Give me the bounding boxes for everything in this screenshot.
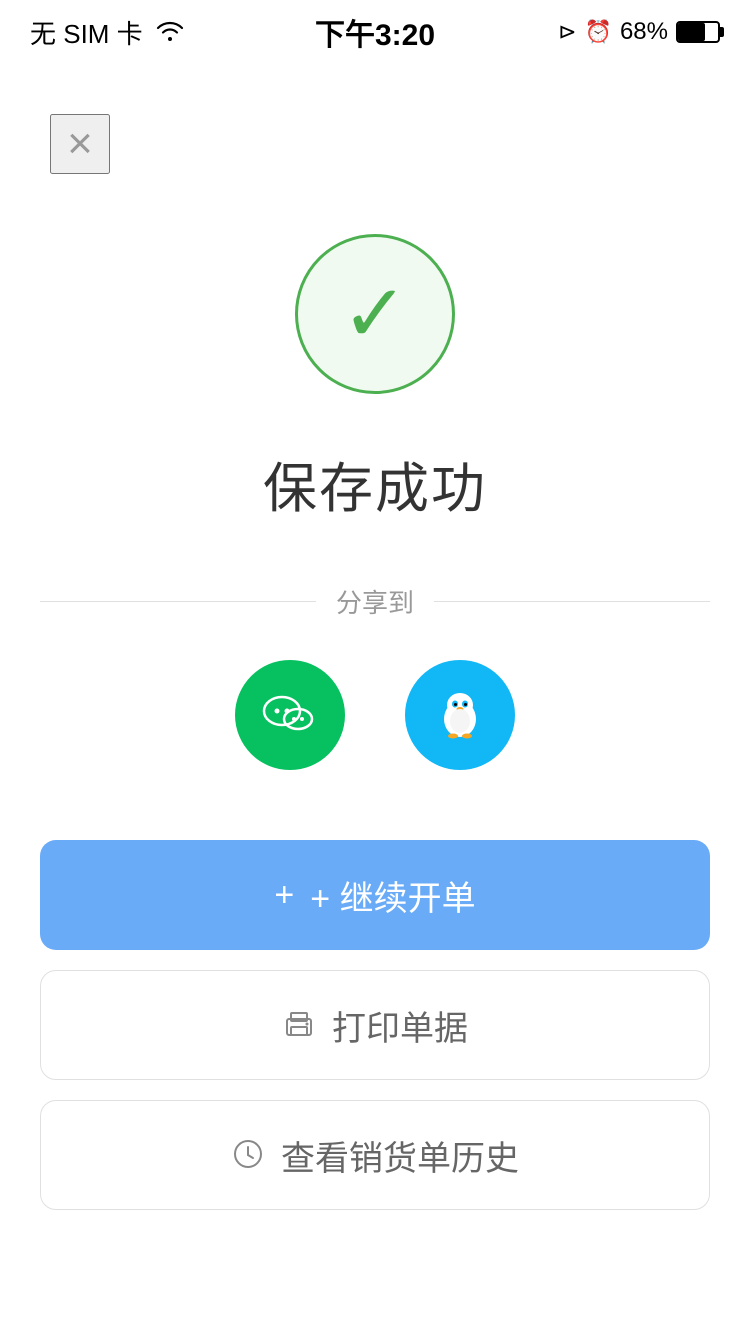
printer-icon <box>282 1007 316 1044</box>
action-buttons: + + 继续开单 打印单据 查看销货单历 <box>40 840 710 1210</box>
print-button-label: 打印单据 <box>332 1001 468 1050</box>
battery-icon <box>676 21 720 43</box>
close-button[interactable]: × <box>50 114 110 174</box>
location-icon: ⊳ <box>558 19 576 45</box>
share-wechat-button[interactable] <box>235 660 345 770</box>
share-icons-container <box>235 660 515 770</box>
share-qq-button[interactable] <box>405 660 515 770</box>
clock-icon <box>231 1137 265 1174</box>
status-time: 下午3:20 <box>315 10 435 54</box>
alarm-icon: ⏰ <box>585 19 612 45</box>
status-bar: 无 SIM 卡 下午3:20 ⊳ ⏰ 68% <box>0 0 750 64</box>
main-content: × ✓ 保存成功 分享到 <box>0 64 750 1334</box>
success-title: 保存成功 <box>263 444 487 523</box>
qq-icon <box>430 685 490 745</box>
battery-percent: 68% <box>620 18 668 46</box>
plus-icon: + <box>274 876 294 915</box>
close-icon: × <box>67 122 93 166</box>
divider-right <box>434 601 710 602</box>
wechat-icon <box>260 685 320 745</box>
success-circle: ✓ <box>295 234 455 394</box>
no-sim-label: 无 SIM 卡 <box>30 14 143 51</box>
history-button[interactable]: 查看销货单历史 <box>40 1100 710 1210</box>
history-button-label: 查看销货单历史 <box>281 1131 519 1180</box>
continue-button-label: + 继续开单 <box>310 871 475 920</box>
divider-left <box>40 601 316 602</box>
status-right: ⊳ ⏰ 68% <box>558 18 720 46</box>
share-label: 分享到 <box>336 583 414 620</box>
share-divider: 分享到 <box>40 583 710 620</box>
wifi-icon <box>155 17 185 48</box>
print-button[interactable]: 打印单据 <box>40 970 710 1080</box>
continue-button[interactable]: + + 继续开单 <box>40 840 710 950</box>
status-left: 无 SIM 卡 <box>30 14 185 51</box>
checkmark-icon: ✓ <box>341 274 408 354</box>
